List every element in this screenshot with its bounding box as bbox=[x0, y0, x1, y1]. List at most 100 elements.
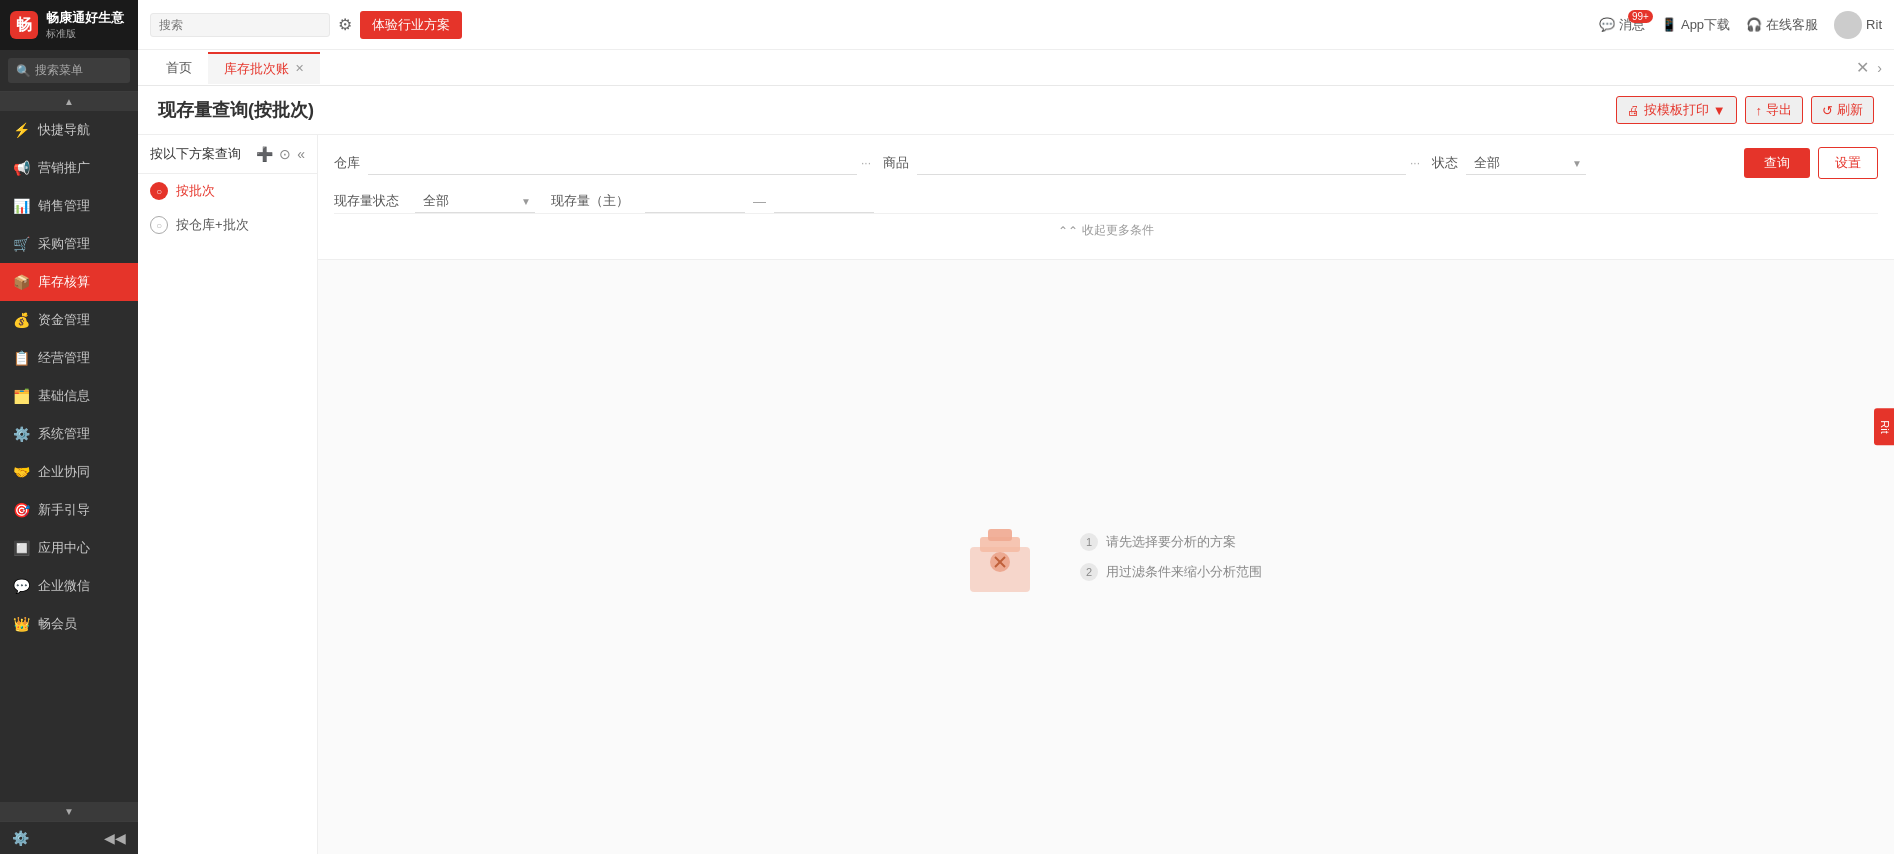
search-label: 搜索菜单 bbox=[35, 62, 83, 79]
search-icon: 🔍 bbox=[16, 64, 31, 78]
scroll-up-btn[interactable]: ▲ bbox=[0, 92, 138, 111]
product-more-icon[interactable]: ··· bbox=[1410, 156, 1420, 170]
sidebar-item-label: 企业协同 bbox=[38, 463, 90, 481]
app-download-btn[interactable]: 📱 App下载 bbox=[1661, 16, 1730, 34]
inventory-qty-label: 现存量（主） bbox=[551, 192, 629, 210]
tab-close-icon[interactable]: ✕ bbox=[295, 62, 304, 75]
sidebar-item-label: 系统管理 bbox=[38, 425, 90, 443]
export-button[interactable]: ↑ 导出 bbox=[1745, 96, 1804, 124]
empty-step-2: 2 用过滤条件来缩小分析范围 bbox=[1080, 563, 1262, 581]
trial-button[interactable]: 体验行业方案 bbox=[360, 11, 462, 39]
sidebar-item-system[interactable]: ⚙️ 系统管理 bbox=[0, 415, 138, 453]
query-button[interactable]: 查询 bbox=[1744, 148, 1810, 178]
sidebar-item-finance[interactable]: 💰 资金管理 bbox=[0, 301, 138, 339]
sidebar-item-guide[interactable]: 🎯 新手引导 bbox=[0, 491, 138, 529]
scheme-item-by-warehouse-batch[interactable]: ○ 按仓库+批次 bbox=[138, 208, 317, 242]
filter-row-2: 现存量状态 全部 有库存 无库存 ▼ 现存量（主） bbox=[334, 189, 1878, 213]
sidebar-item-basic[interactable]: 🗂️ 基础信息 bbox=[0, 377, 138, 415]
topbar: ⚙ 体验行业方案 💬 消息 99+ 📱 App下载 🎧 在线客服 Rit bbox=[138, 0, 1894, 50]
inventory-status-label: 现存量状态 bbox=[334, 192, 399, 210]
step-1-text: 请先选择要分析的方案 bbox=[1106, 533, 1236, 551]
inventory-status-select[interactable]: 全部 有库存 无库存 bbox=[415, 189, 535, 213]
sidebar-item-label: 畅会员 bbox=[38, 615, 77, 633]
finance-icon: 💰 bbox=[12, 311, 30, 329]
collapse-label: 收起更多条件 bbox=[1082, 222, 1154, 239]
scheme-label-by-batch: 按批次 bbox=[176, 182, 215, 200]
tab-inventory-batch[interactable]: 库存批次账 ✕ bbox=[208, 52, 320, 84]
sidebar-search-container[interactable]: 🔍 搜索菜单 bbox=[0, 50, 138, 92]
inventory-status-filter: 现存量状态 全部 有库存 无库存 ▼ bbox=[334, 189, 535, 213]
collapse-panel-icon[interactable]: « bbox=[297, 146, 305, 162]
inactive-scheme-icon: ○ bbox=[150, 216, 168, 234]
svg-rect-2 bbox=[988, 529, 1012, 541]
wechat-icon: 💬 bbox=[12, 577, 30, 595]
right-edge-button[interactable]: Rit bbox=[1874, 408, 1894, 445]
user-btn[interactable]: Rit bbox=[1834, 11, 1882, 39]
step-2-text: 用过滤条件来缩小分析范围 bbox=[1106, 563, 1262, 581]
collapse-up-icon: ⌃⌃ bbox=[1058, 224, 1078, 238]
sidebar-item-label: 销售管理 bbox=[38, 197, 90, 215]
sidebar-nav: ⚡ 快捷导航 📢 营销推广 📊 销售管理 🛒 采购管理 📦 库存核算 💰 资金管… bbox=[0, 111, 138, 802]
warehouse-more-icon[interactable]: ··· bbox=[861, 156, 871, 170]
page-title: 现存量查询(按批次) bbox=[158, 98, 314, 122]
sidebar-item-marketing[interactable]: 📢 营销推广 bbox=[0, 149, 138, 187]
print-button[interactable]: 🖨 按模板打印 ▼ bbox=[1616, 96, 1737, 124]
sidebar-item-label: 经营管理 bbox=[38, 349, 90, 367]
online-service-btn[interactable]: 🎧 在线客服 bbox=[1746, 16, 1818, 34]
collapse-bar[interactable]: ⌃⌃ 收起更多条件 bbox=[334, 213, 1878, 247]
add-scheme-icon[interactable]: ➕ bbox=[256, 146, 273, 162]
headset-icon: 🎧 bbox=[1746, 17, 1762, 32]
right-panel: 仓库 ··· 商品 ··· 状态 全部 有库 bbox=[318, 135, 1894, 854]
main-close-icon[interactable]: ✕ bbox=[1856, 58, 1869, 77]
status-filter: 状态 全部 有库存 无库存 ▼ bbox=[1432, 151, 1732, 175]
scheme-item-by-batch[interactable]: ○ 按批次 bbox=[138, 174, 317, 208]
scroll-down-btn[interactable]: ▼ bbox=[0, 802, 138, 821]
inventory-qty-input-from[interactable] bbox=[645, 189, 745, 213]
sidebar-item-collab[interactable]: 🤝 企业协同 bbox=[0, 453, 138, 491]
sidebar-item-sales[interactable]: 📊 销售管理 bbox=[0, 187, 138, 225]
sidebar-item-quick[interactable]: ⚡ 快捷导航 bbox=[0, 111, 138, 149]
refresh-button[interactable]: ↺ 刷新 bbox=[1811, 96, 1874, 124]
member-icon: 👑 bbox=[12, 615, 30, 633]
status-select[interactable]: 全部 有库存 无库存 bbox=[1466, 151, 1586, 175]
sidebar-search[interactable]: 🔍 搜索菜单 bbox=[8, 58, 130, 83]
sidebar-item-label: 基础信息 bbox=[38, 387, 90, 405]
refresh-label: 刷新 bbox=[1837, 101, 1863, 119]
sidebar-item-inventory[interactable]: 📦 库存核算 bbox=[0, 263, 138, 301]
sidebar-item-operation[interactable]: 📋 经营管理 bbox=[0, 339, 138, 377]
tab-home[interactable]: 首页 bbox=[150, 53, 208, 83]
warehouse-label: 仓库 bbox=[334, 154, 360, 172]
sidebar-item-wechat[interactable]: 💬 企业微信 bbox=[0, 567, 138, 605]
messages-btn[interactable]: 💬 消息 99+ bbox=[1599, 16, 1645, 34]
settings-icon[interactable]: ⚙️ bbox=[12, 830, 29, 846]
right-arrow-icon[interactable]: › bbox=[1877, 60, 1882, 76]
sidebar: 畅 畅康通好生意 标准版 🔍 搜索菜单 ▲ ⚡ 快捷导航 📢 营销推广 📊 销售… bbox=[0, 0, 138, 854]
sidebar-item-label: 采购管理 bbox=[38, 235, 90, 253]
sidebar-item-label: 库存核算 bbox=[38, 273, 90, 291]
export-label: 导出 bbox=[1766, 101, 1792, 119]
sidebar-item-purchase[interactable]: 🛒 采购管理 bbox=[0, 225, 138, 263]
inventory-qty-input-to[interactable] bbox=[774, 189, 874, 213]
filter-settings-button[interactable]: 设置 bbox=[1818, 147, 1878, 179]
gear-icon[interactable]: ⚙ bbox=[338, 15, 352, 34]
main-area: ⚙ 体验行业方案 💬 消息 99+ 📱 App下载 🎧 在线客服 Rit bbox=[138, 0, 1894, 854]
left-panel: 按以下方案查询 ➕ ⊙ « ○ 按批次 ○ 按仓库+批次 bbox=[138, 135, 318, 854]
topbar-search-input[interactable] bbox=[150, 13, 330, 37]
warehouse-input[interactable] bbox=[368, 151, 857, 175]
active-scheme-icon: ○ bbox=[150, 182, 168, 200]
product-input[interactable] bbox=[917, 151, 1406, 175]
sidebar-subtitle: 标准版 bbox=[46, 27, 124, 41]
guide-icon: 🎯 bbox=[12, 501, 30, 519]
collapse-icon[interactable]: ◀◀ bbox=[104, 830, 126, 846]
step-2-circle: 2 bbox=[1080, 563, 1098, 581]
tab-inventory-batch-label: 库存批次账 bbox=[224, 60, 289, 78]
left-panel-header-actions: ➕ ⊙ « bbox=[256, 146, 305, 162]
print-icon: 🖨 bbox=[1627, 103, 1640, 118]
scheme-settings-icon[interactable]: ⊙ bbox=[279, 146, 291, 162]
sales-icon: 📊 bbox=[12, 197, 30, 215]
sidebar-title: 畅康通好生意 bbox=[46, 9, 124, 27]
sidebar-item-member[interactable]: 👑 畅会员 bbox=[0, 605, 138, 643]
sidebar-item-apps[interactable]: 🔲 应用中心 bbox=[0, 529, 138, 567]
inventory-icon: 📦 bbox=[12, 273, 30, 291]
product-label: 商品 bbox=[883, 154, 909, 172]
